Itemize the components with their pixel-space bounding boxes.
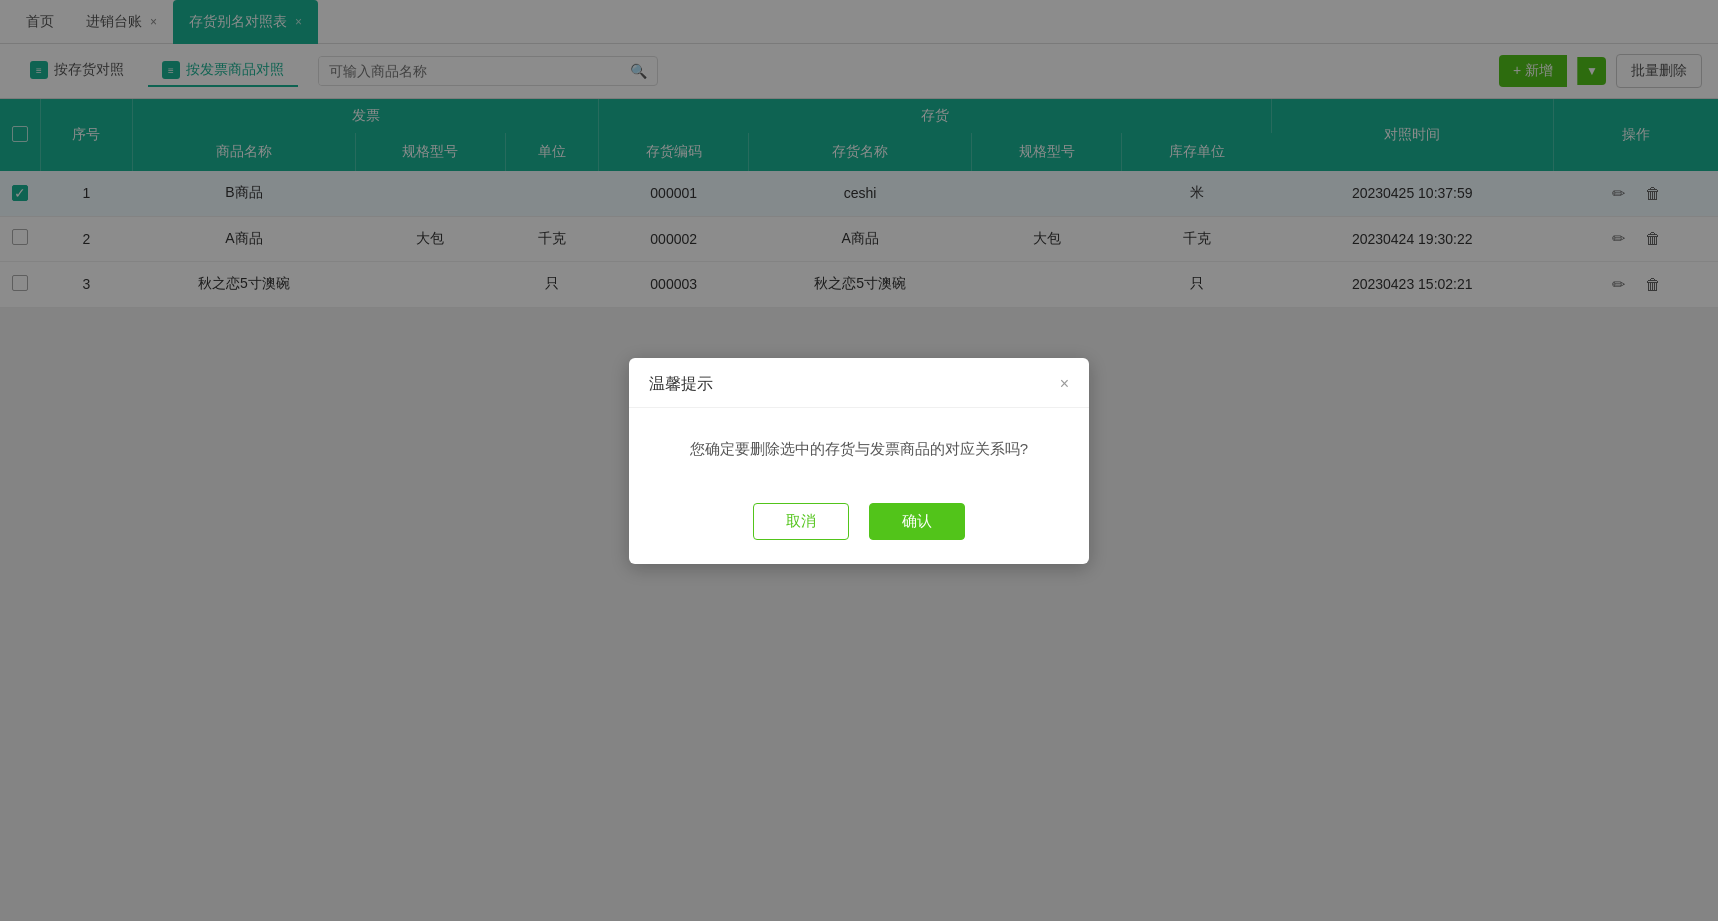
overlay: 温馨提示 × 您确定要删除选中的存货与发票商品的对应关系吗? 取消 确认 — [0, 0, 1718, 308]
